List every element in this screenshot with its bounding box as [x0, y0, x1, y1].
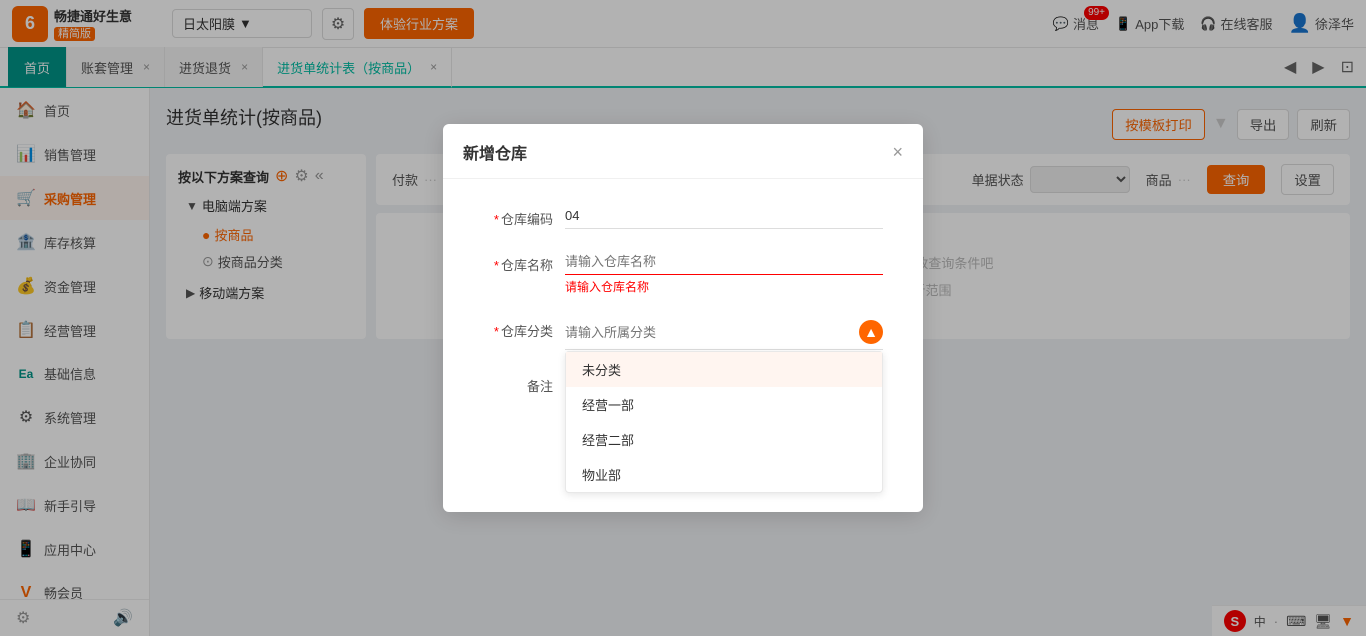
- dropdown-item-dept2[interactable]: 经营二部: [566, 422, 882, 457]
- form-row-category: *仓库分类 ▲ 未分类 经营一部 经营二部 物业部: [483, 315, 883, 350]
- dialog-header: 新增仓库 ×: [443, 124, 923, 179]
- dialog-title: 新增仓库: [463, 140, 527, 164]
- category-dropdown-list: 未分类 经营一部 经营二部 物业部: [565, 351, 883, 493]
- dialog-body: *仓库编码 *仓库名称 请输入仓库名称 *仓库分类: [443, 179, 923, 449]
- name-label: *仓库名称: [483, 249, 553, 274]
- category-dropdown-wrap: ▲: [565, 315, 883, 350]
- name-input[interactable]: [565, 249, 883, 275]
- category-dropdown-arrow[interactable]: ▲: [859, 320, 883, 344]
- dropdown-item-unclassified[interactable]: 未分类: [566, 352, 882, 387]
- dropdown-item-dept3[interactable]: 物业部: [566, 457, 882, 492]
- code-field-wrap: [565, 203, 883, 229]
- dialog-close-icon[interactable]: ×: [892, 142, 903, 163]
- form-row-name: *仓库名称 请输入仓库名称: [483, 249, 883, 295]
- note-label: 备注: [483, 370, 553, 395]
- category-field-wrap: ▲ 未分类 经营一部 经营二部 物业部: [565, 315, 883, 350]
- category-label: *仓库分类: [483, 315, 553, 340]
- dialog-add-warehouse: 新增仓库 × *仓库编码 *仓库名称 请输入仓库名称: [443, 124, 923, 512]
- name-error-msg: 请输入仓库名称: [565, 278, 883, 295]
- name-field-wrap: 请输入仓库名称: [565, 249, 883, 295]
- form-row-code: *仓库编码: [483, 203, 883, 229]
- code-input[interactable]: [565, 203, 883, 229]
- dropdown-item-dept1[interactable]: 经营一部: [566, 387, 882, 422]
- code-label: *仓库编码: [483, 203, 553, 228]
- modal-overlay: 新增仓库 × *仓库编码 *仓库名称 请输入仓库名称: [0, 0, 1366, 636]
- category-input[interactable]: [565, 325, 859, 340]
